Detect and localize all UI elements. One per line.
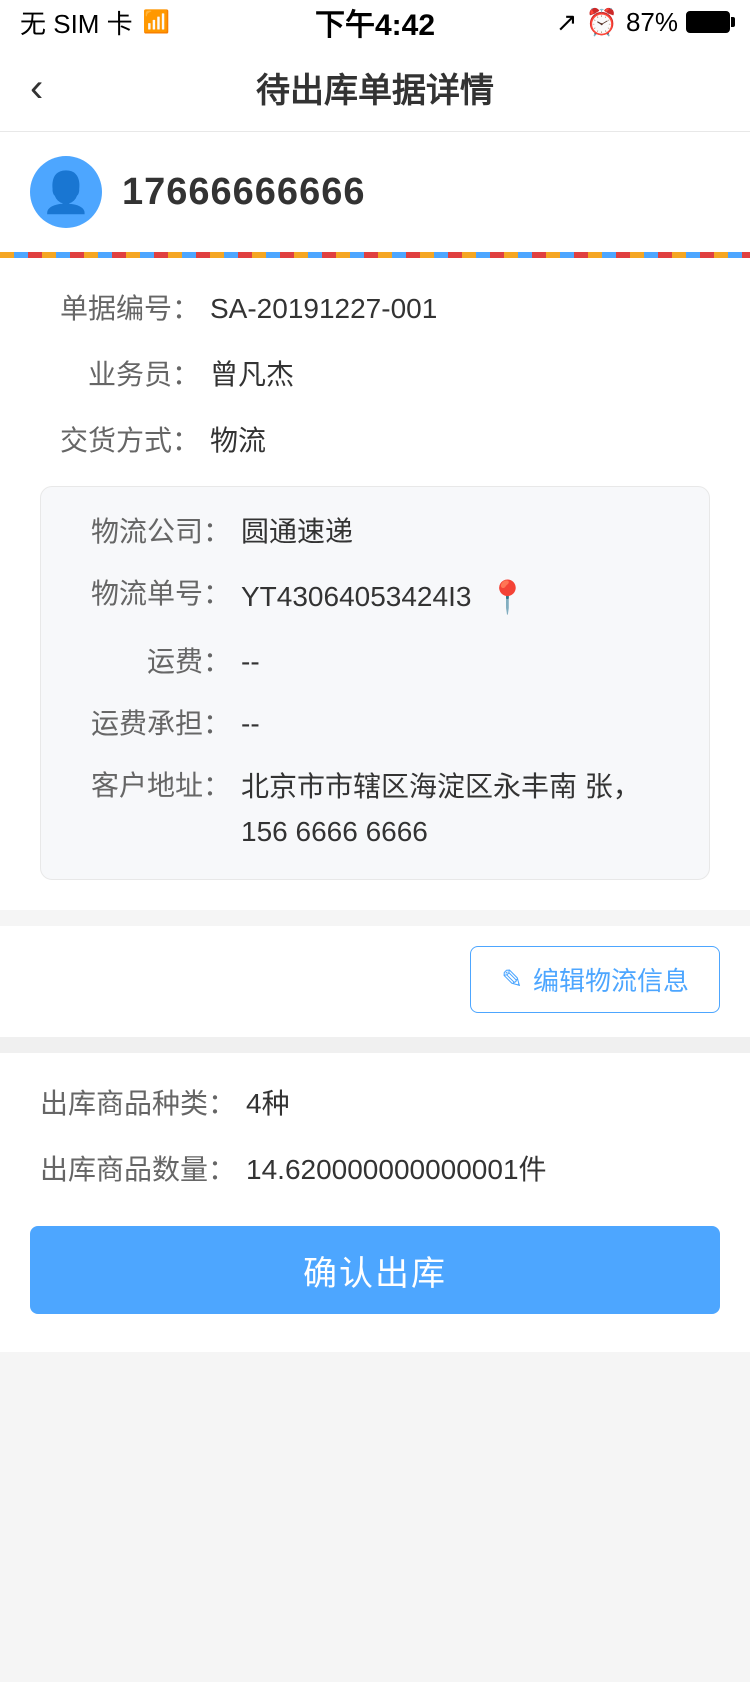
status-left: 无 SIM 卡 📶 <box>20 4 170 41</box>
edit-logistics-button[interactable]: ✎ 编辑物流信息 <box>470 946 720 1013</box>
tracking-no-label: 物流单号： <box>71 573 231 615</box>
address-row: 客户地址： 北京市市辖区海淀区永丰南 张，156 6666 6666 <box>71 765 679 855</box>
sales-rep-value: 曾凡杰 <box>200 354 710 396</box>
freight-value: -- <box>231 641 679 683</box>
customer-header: 👤 17666666666 <box>0 132 750 252</box>
goods-quantity-value: 14.620000000000001件 <box>236 1149 710 1191</box>
goods-types-row: 出库商品种类： 4种 <box>40 1083 710 1125</box>
address-value: 北京市市辖区海淀区永丰南 张，156 6666 6666 <box>231 765 679 855</box>
tracking-row: YT43064053424I3 📍 <box>241 573 679 621</box>
order-no-row: 单据编号： SA-20191227-001 <box>40 288 710 330</box>
customer-phone: 17666666666 <box>122 171 365 214</box>
confirm-btn-label: 确认出库 <box>303 1246 447 1295</box>
freight-bearer-row: 运费承担： -- <box>71 703 679 745</box>
freight-row: 运费： -- <box>71 641 679 683</box>
avatar-icon: 👤 <box>41 169 91 216</box>
goods-quantity-label: 出库商品数量： <box>40 1149 236 1191</box>
sales-rep-label: 业务员： <box>40 354 200 396</box>
bottom-spacer <box>0 1352 750 1552</box>
order-no-value: SA-20191227-001 <box>200 288 710 330</box>
nav-bar: ‹ 待出库单据详情 <box>0 44 750 132</box>
tracking-no-value: YT43064053424I3 📍 <box>231 573 679 621</box>
location-status-icon: ↗ <box>556 7 578 38</box>
page-title: 待出库单据详情 <box>256 63 494 112</box>
confirm-outbound-button[interactable]: 确认出库 <box>30 1226 720 1314</box>
goods-quantity-row: 出库商品数量： 14.620000000000001件 <box>40 1149 710 1191</box>
goods-types-label: 出库商品种类： <box>40 1083 236 1125</box>
delivery-method-row: 交货方式： 物流 <box>40 420 710 462</box>
battery-icon <box>686 11 730 33</box>
logistics-company-row: 物流公司： 圆通速递 <box>71 511 679 553</box>
wifi-icon: 📶 <box>143 9 170 35</box>
back-button[interactable]: ‹ <box>30 68 43 108</box>
order-info-section: 单据编号： SA-20191227-001 业务员： 曾凡杰 交货方式： 物流 … <box>0 258 750 910</box>
delivery-method-label: 交货方式： <box>40 420 200 462</box>
freight-label: 运费： <box>71 641 231 683</box>
status-time: 下午4:42 <box>315 0 435 44</box>
edit-icon: ✎ <box>501 964 523 995</box>
tracking-location-icon[interactable]: 📍 <box>487 573 527 621</box>
edit-logistics-label: 编辑物流信息 <box>533 961 689 998</box>
confirm-btn-wrap: 确认出库 <box>0 1206 750 1334</box>
battery-label: 87% <box>626 7 678 38</box>
freight-bearer-label: 运费承担： <box>71 703 231 745</box>
avatar: 👤 <box>30 156 102 228</box>
delivery-method-value: 物流 <box>200 420 710 462</box>
section-separator-1 <box>0 1037 750 1053</box>
carrier-label: 无 SIM 卡 <box>20 4 133 41</box>
tracking-no-row: 物流单号： YT43064053424I3 📍 <box>71 573 679 621</box>
order-no-label: 单据编号： <box>40 288 200 330</box>
address-label: 客户地址： <box>71 765 231 807</box>
logistics-company-value: 圆通速递 <box>231 511 679 553</box>
sales-rep-row: 业务员： 曾凡杰 <box>40 354 710 396</box>
tracking-no-text: YT43064053424I3 <box>241 576 471 618</box>
edit-logistics-action: ✎ 编辑物流信息 <box>0 926 750 1037</box>
goods-types-value: 4种 <box>236 1083 710 1125</box>
alarm-icon: ⏰ <box>586 7 618 38</box>
status-bar: 无 SIM 卡 📶 下午4:42 ↗ ⏰ 87% <box>0 0 750 44</box>
logistics-card: 物流公司： 圆通速递 物流单号： YT43064053424I3 📍 运费： -… <box>40 486 710 880</box>
logistics-company-label: 物流公司： <box>71 511 231 553</box>
status-right: ↗ ⏰ 87% <box>556 7 730 38</box>
freight-bearer-value: -- <box>231 703 679 745</box>
